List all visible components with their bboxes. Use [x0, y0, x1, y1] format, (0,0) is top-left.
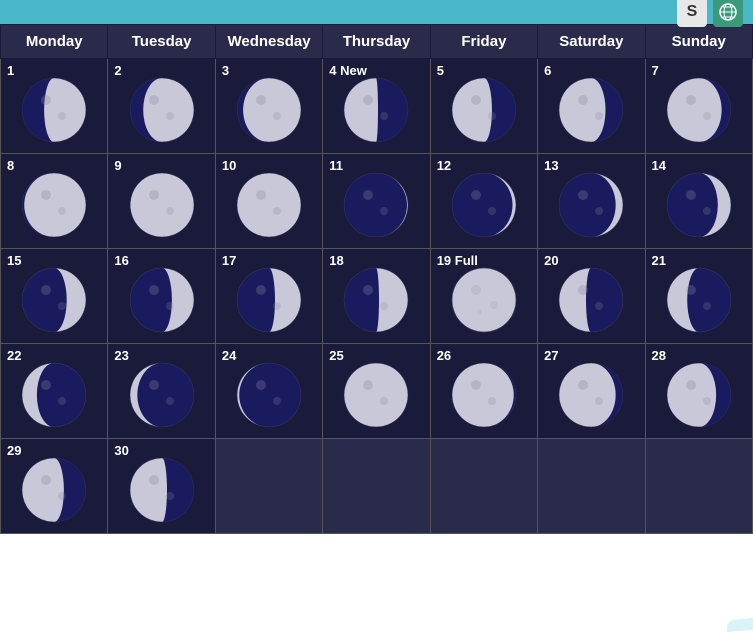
calendar-cell: 24 [215, 344, 322, 439]
calendar-cell [645, 439, 752, 534]
calendar-cell: 21 [645, 249, 752, 344]
date-label: 28 [652, 348, 666, 363]
date-label: 3 [222, 63, 229, 78]
moon-phase [540, 61, 642, 151]
date-label: 26 [437, 348, 451, 363]
calendar-cell: 23 [108, 344, 215, 439]
calendar-cell: 28 [645, 344, 752, 439]
calendar-cell: 20 [538, 249, 645, 344]
moon-phase [433, 61, 535, 151]
date-label: 15 [7, 253, 21, 268]
date-label: 22 [7, 348, 21, 363]
calendar-cell: 11 [323, 154, 430, 249]
calendar-cell: 8 [1, 154, 108, 249]
day-header-wednesday: Wednesday [215, 25, 322, 59]
calendar-cell [538, 439, 645, 534]
calendar-table: MondayTuesdayWednesdayThursdayFridaySatu… [0, 24, 753, 534]
day-header-thursday: Thursday [323, 25, 430, 59]
s-icon[interactable]: S [677, 0, 707, 27]
calendar-cell [430, 439, 537, 534]
moon-phase [3, 61, 105, 151]
calendar-cell: 1 [1, 59, 108, 154]
globe-icon[interactable] [713, 0, 743, 27]
date-label: 27 [544, 348, 558, 363]
date-label: 18 [329, 253, 343, 268]
calendar-cell: 29 [1, 439, 108, 534]
calendar-cell: 13 [538, 154, 645, 249]
date-label: 14 [652, 158, 666, 173]
calendar-cell: 3 [215, 59, 322, 154]
calendar-cell: 30 [108, 439, 215, 534]
date-label: 9 [114, 158, 121, 173]
calendar-cell: 26 [430, 344, 537, 439]
date-label: 6 [544, 63, 551, 78]
date-label: 24 [222, 348, 236, 363]
watermark [727, 618, 753, 632]
date-label: 20 [544, 253, 558, 268]
calendar-cell: 27 [538, 344, 645, 439]
day-header-friday: Friday [430, 25, 537, 59]
calendar-cell: 22 [1, 344, 108, 439]
calendar-cell [215, 439, 322, 534]
calendar-cell: 25 [323, 344, 430, 439]
date-label: 5 [437, 63, 444, 78]
date-label: 1 [7, 63, 14, 78]
calendar-cell: 2 [108, 59, 215, 154]
date-label: 11 [329, 158, 343, 173]
day-header-monday: Monday [1, 25, 108, 59]
calendar-cell: 12 [430, 154, 537, 249]
date-label: 16 [114, 253, 128, 268]
day-header-tuesday: Tuesday [108, 25, 215, 59]
date-label: 30 [114, 443, 128, 458]
date-label: 23 [114, 348, 128, 363]
moon-phase [110, 156, 212, 246]
calendar-cell: 17 [215, 249, 322, 344]
moon-phase [110, 61, 212, 151]
date-label: 4 New [329, 63, 367, 78]
date-label: 21 [652, 253, 666, 268]
date-label: 13 [544, 158, 558, 173]
calendar-cell: 4 New [323, 59, 430, 154]
calendar-cell: 16 [108, 249, 215, 344]
date-label: 29 [7, 443, 21, 458]
calendar-cell: 15 [1, 249, 108, 344]
date-label: 8 [7, 158, 14, 173]
header: S [0, 0, 753, 24]
date-label: 10 [222, 158, 236, 173]
day-header-saturday: Saturday [538, 25, 645, 59]
calendar-cell: 18 [323, 249, 430, 344]
calendar-cell: 19 Full [430, 249, 537, 344]
date-label: 19 Full [437, 253, 478, 268]
calendar-cell: 5 [430, 59, 537, 154]
day-header-sunday: Sunday [645, 25, 752, 59]
date-label: 12 [437, 158, 451, 173]
date-label: 2 [114, 63, 121, 78]
calendar-cell: 7 [645, 59, 752, 154]
calendar-cell: 6 [538, 59, 645, 154]
moon-phase [648, 61, 750, 151]
calendar-cell: 10 [215, 154, 322, 249]
date-label: 7 [652, 63, 659, 78]
moon-phase [218, 61, 320, 151]
calendar-cell: 9 [108, 154, 215, 249]
date-label: 25 [329, 348, 343, 363]
moon-phase [3, 156, 105, 246]
calendar-cell [323, 439, 430, 534]
calendar-cell: 14 [645, 154, 752, 249]
date-label: 17 [222, 253, 236, 268]
